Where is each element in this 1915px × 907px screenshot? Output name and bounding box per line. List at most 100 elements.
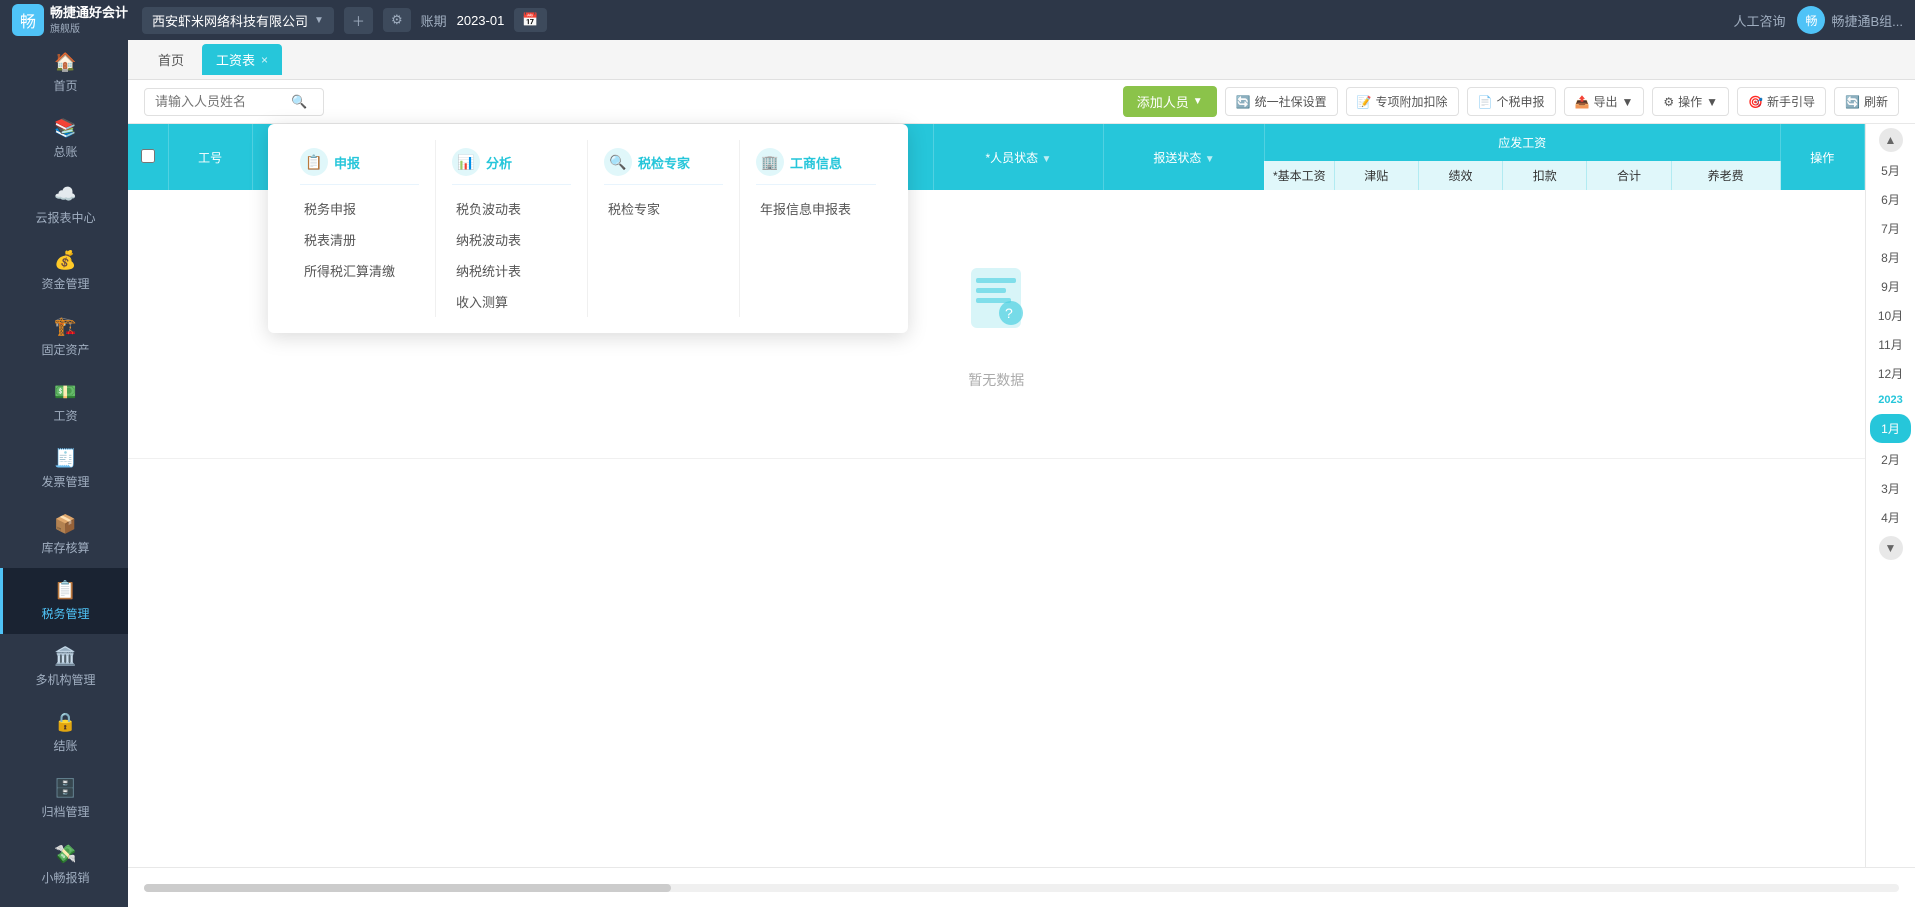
tab-salary-label: 工资表 — [216, 50, 255, 69]
scrollbar-track[interactable] — [144, 884, 1899, 892]
sidebar-item-invoice[interactable]: 🧾 发票管理 — [0, 436, 128, 502]
settings-icon[interactable]: ⚙ — [383, 8, 411, 32]
sidebar-item-tax[interactable]: 📋 税务管理 — [0, 568, 128, 634]
individual-tax-button[interactable]: 📄 个税申报 — [1467, 87, 1556, 116]
menu-item-annual-report[interactable]: 年报信息申报表 — [756, 193, 876, 224]
period-value: 2023-01 — [457, 13, 505, 28]
calendar-up-nav[interactable]: ▲ — [1879, 128, 1903, 152]
cal-month-11[interactable]: 11月 — [1866, 330, 1915, 359]
special-deduction-button[interactable]: 📝 专项附加扣除 — [1346, 87, 1459, 116]
sidebar-item-home[interactable]: 🏠 首页 — [0, 40, 128, 106]
multi-org-icon: 🏛️ — [54, 646, 76, 667]
cal-month-2[interactable]: 2月 — [1866, 445, 1915, 474]
new-guide-button[interactable]: 🎯 新手引导 — [1737, 87, 1826, 116]
calendar-icon[interactable]: 📅 — [514, 8, 546, 32]
chevron-down-icon: ▼ — [314, 15, 324, 26]
dropdown-sections: 📋 申报 税务申报 税表清册 所得税汇算清缴 📊 分析 税负波动表 纳税波动表 … — [284, 140, 892, 317]
cloud-icon: ☁️ — [54, 184, 76, 205]
period-label: 账期 — [421, 11, 447, 30]
refresh-button[interactable]: 🔄 刷新 — [1834, 87, 1899, 116]
ledger-icon: 📚 — [54, 118, 76, 139]
app-name: 畅捷通好会计 — [50, 5, 128, 21]
col-person-status: *人员状态 ▼ — [933, 124, 1103, 190]
cal-month-1-active[interactable]: 1月 — [1870, 414, 1911, 443]
sidebar-label-fund: 资金管理 — [41, 275, 89, 292]
cal-month-8[interactable]: 8月 — [1866, 243, 1915, 272]
sidebar-item-xiaochangbao[interactable]: 💸 小畅报销 — [0, 832, 128, 898]
operation-button[interactable]: ⚙ 操作 ▼ — [1652, 87, 1729, 116]
user-info[interactable]: 畅 畅捷通B组... — [1797, 6, 1903, 34]
cal-year-2023: 2023 — [1866, 388, 1915, 412]
cal-month-4[interactable]: 4月 — [1866, 503, 1915, 532]
col-deduction: 扣款 — [1503, 161, 1587, 190]
cal-month-7[interactable]: 7月 — [1866, 214, 1915, 243]
sidebar-item-cloud[interactable]: ☁️ 云报表中心 — [0, 172, 128, 238]
support-link[interactable]: 人工咨询 — [1733, 11, 1785, 30]
export-icon: 📤 — [1575, 95, 1590, 109]
individual-tax-icon: 📄 — [1478, 95, 1493, 109]
top-bar: 畅 畅捷通好会计 旗舰版 西安虾米网络科技有限公司 ▼ ＋ ⚙ 账期 2023-… — [0, 0, 1915, 40]
scrollbar-thumb[interactable] — [144, 884, 671, 892]
search-box[interactable]: 🔍 — [144, 88, 324, 116]
menu-item-income-tax[interactable]: 所得税汇算清缴 — [300, 255, 419, 286]
menu-item-tax-expert[interactable]: 税检专家 — [604, 193, 723, 224]
export-button[interactable]: 📤 导出 ▼ — [1564, 87, 1645, 116]
sidebar-item-closing[interactable]: 🔒 结账 — [0, 700, 128, 766]
logo-icon: 畅 — [12, 4, 44, 36]
sidebar-item-fund[interactable]: 💰 资金管理 — [0, 238, 128, 304]
avatar: 畅 — [1797, 6, 1825, 34]
search-input[interactable] — [155, 94, 285, 109]
menu-item-tax-burden[interactable]: 税负波动表 — [452, 193, 571, 224]
empty-text: 暂无数据 — [968, 370, 1024, 390]
gongshang-section-title: 工商信息 — [790, 153, 842, 172]
cal-month-5[interactable]: 5月 — [1866, 156, 1915, 185]
sidebar-item-inventory[interactable]: 📦 库存核算 — [0, 502, 128, 568]
section-header-zhuanjia: 🔍 税检专家 — [604, 140, 723, 185]
archive-icon: 🗄️ — [54, 778, 76, 799]
company-selector[interactable]: 西安虾米网络科技有限公司 ▼ — [142, 7, 334, 34]
app-name-block: 畅捷通好会计 旗舰版 — [50, 5, 128, 36]
col-total: 合计 — [1587, 161, 1671, 190]
menu-item-tax-fluctuation[interactable]: 纳税波动表 — [452, 224, 571, 255]
col-base-salary: *基本工资 — [1264, 161, 1334, 190]
sidebar-label-multi-org: 多机构管理 — [35, 671, 95, 688]
salary-icon: 💵 — [54, 382, 76, 403]
person-status-filter-icon[interactable]: ▼ — [1042, 154, 1052, 165]
social-insurance-button[interactable]: 🔄 统一社保设置 — [1225, 87, 1338, 116]
sidebar-label-salary: 工资 — [53, 407, 77, 424]
table-scrollbar[interactable] — [128, 867, 1915, 907]
menu-item-tax-statistics[interactable]: 纳税统计表 — [452, 255, 571, 286]
menu-item-tax-table[interactable]: 税表清册 — [300, 224, 419, 255]
social-insurance-label: 统一社保设置 — [1255, 93, 1327, 110]
sidebar-item-assets[interactable]: 🏗️ 固定资产 — [0, 304, 128, 370]
calendar-panel: ▲ 5月 6月 7月 8月 9月 10月 11月 12月 2023 1月 2月 … — [1865, 124, 1915, 867]
cal-month-6[interactable]: 6月 — [1866, 185, 1915, 214]
close-tab-icon[interactable]: × — [261, 53, 268, 67]
operation-icon: ⚙ — [1663, 95, 1674, 109]
sidebar-label-home: 首页 — [53, 77, 77, 94]
cal-month-3[interactable]: 3月 — [1866, 474, 1915, 503]
report-status-filter-icon[interactable]: ▼ — [1205, 154, 1215, 165]
tab-home[interactable]: 首页 — [144, 44, 198, 75]
sidebar-item-archive[interactable]: 🗄️ 归档管理 — [0, 766, 128, 832]
cal-month-9[interactable]: 9月 — [1866, 272, 1915, 301]
menu-item-income-estimation[interactable]: 收入测算 — [452, 286, 571, 317]
sidebar-item-settings[interactable]: ⚙️ 基础设置 — [0, 898, 128, 907]
cal-month-10[interactable]: 10月 — [1866, 301, 1915, 330]
tab-salary-table[interactable]: 工资表 × — [202, 44, 282, 75]
add-company-button[interactable]: ＋ — [344, 7, 373, 34]
calendar-down-nav[interactable]: ▼ — [1879, 536, 1903, 560]
add-person-button[interactable]: 添加人员 ▼ — [1123, 86, 1217, 117]
cal-month-12[interactable]: 12月 — [1866, 359, 1915, 388]
select-all-checkbox[interactable] — [141, 149, 155, 163]
operation-dropdown-icon: ▼ — [1706, 95, 1718, 109]
shenb-section-title: 申报 — [334, 153, 360, 172]
sidebar-item-salary[interactable]: 💵 工资 — [0, 370, 128, 436]
sidebar-item-multi-org[interactable]: 🏛️ 多机构管理 — [0, 634, 128, 700]
zhuanjia-section-title: 税检专家 — [638, 153, 690, 172]
menu-item-tax-declaration[interactable]: 税务申报 — [300, 193, 419, 224]
username: 畅捷通B组... — [1831, 11, 1903, 30]
sidebar-item-ledger[interactable]: 📚 总账 — [0, 106, 128, 172]
refresh-icon: 🔄 — [1845, 95, 1860, 109]
assets-icon: 🏗️ — [54, 316, 76, 337]
